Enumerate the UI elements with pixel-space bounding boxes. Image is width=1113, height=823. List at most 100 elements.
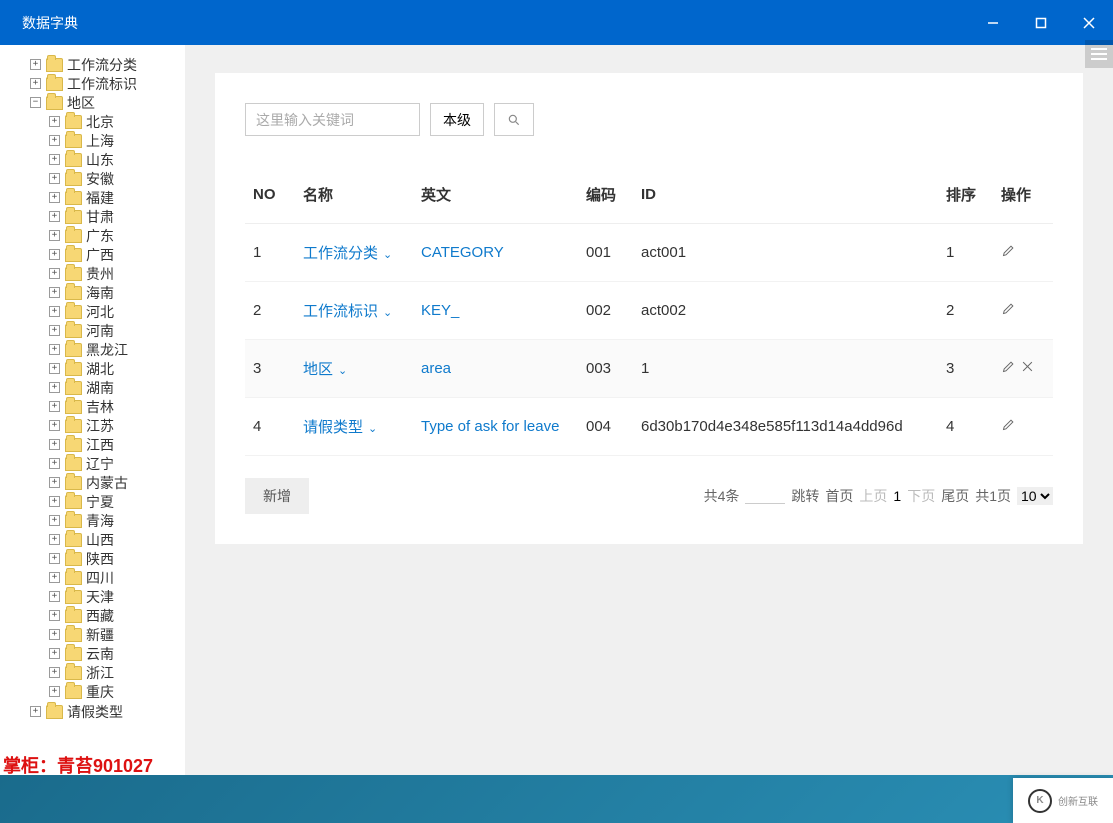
tree-node[interactable]: +重庆 (0, 682, 185, 701)
tree-node[interactable]: +陕西 (0, 549, 185, 568)
tree-toggle-icon[interactable]: + (49, 306, 60, 317)
add-button[interactable]: 新增 (245, 478, 309, 514)
tree-node[interactable]: +江西 (0, 435, 185, 454)
chevron-down-icon[interactable]: ⌄ (383, 307, 392, 319)
tree-toggle-icon[interactable]: + (49, 154, 60, 165)
tree-node[interactable]: +西藏 (0, 606, 185, 625)
tree-toggle-icon[interactable]: + (49, 572, 60, 583)
tree-toggle-icon[interactable]: + (49, 192, 60, 203)
tree-toggle-icon[interactable]: + (30, 706, 41, 717)
drawer-toggle[interactable] (1085, 40, 1113, 68)
pg-first[interactable]: 首页 (825, 486, 853, 506)
chevron-down-icon[interactable]: ⌄ (383, 249, 392, 261)
tree-node[interactable]: +上海 (0, 131, 185, 150)
tree-toggle-icon[interactable]: + (49, 648, 60, 659)
chevron-down-icon[interactable]: ⌄ (368, 423, 377, 435)
cell-english[interactable]: KEY_ (413, 282, 578, 340)
tree-toggle-icon[interactable]: + (49, 591, 60, 602)
tree-node[interactable]: +云南 (0, 644, 185, 663)
tree-node[interactable]: +宁夏 (0, 492, 185, 511)
tree-node[interactable]: +河北 (0, 302, 185, 321)
cell-english[interactable]: CATEGORY (413, 224, 578, 282)
tree-node[interactable]: +请假类型 (0, 702, 185, 721)
tree-toggle-icon[interactable]: + (49, 230, 60, 241)
tree-node[interactable]: +江苏 (0, 416, 185, 435)
cell-name[interactable]: 工作流分类⌄ (295, 224, 413, 282)
tree-toggle-icon[interactable]: + (49, 458, 60, 469)
edit-icon[interactable] (1001, 301, 1016, 316)
tree-node[interactable]: +湖北 (0, 359, 185, 378)
tree-node[interactable]: +天津 (0, 587, 185, 606)
tree-toggle-icon[interactable]: + (49, 439, 60, 450)
tree-toggle-icon[interactable]: + (49, 268, 60, 279)
pg-next[interactable]: 下页 (907, 486, 935, 506)
tree-node[interactable]: +贵州 (0, 264, 185, 283)
tree-toggle-icon[interactable]: + (30, 78, 41, 89)
tree-node[interactable]: +吉林 (0, 397, 185, 416)
chevron-down-icon[interactable]: ⌄ (338, 365, 347, 377)
tree-toggle-icon[interactable]: + (49, 629, 60, 640)
tree-node[interactable]: +山东 (0, 150, 185, 169)
tree-node[interactable]: +福建 (0, 188, 185, 207)
pg-jump-input[interactable] (745, 488, 785, 504)
tree-toggle-icon[interactable]: + (49, 610, 60, 621)
tree-toggle-icon[interactable]: + (49, 382, 60, 393)
tree-node[interactable]: −地区 (0, 93, 185, 112)
edit-icon[interactable] (1001, 417, 1016, 432)
tree-toggle-icon[interactable]: + (49, 401, 60, 412)
tree-toggle-icon[interactable]: + (49, 325, 60, 336)
tree-toggle-icon[interactable]: + (49, 249, 60, 260)
tree-node[interactable]: +北京 (0, 112, 185, 131)
minimize-button[interactable] (969, 0, 1017, 45)
cell-name[interactable]: 请假类型⌄ (295, 398, 413, 456)
tree-node[interactable]: +工作流标识 (0, 74, 185, 93)
tree-toggle-icon[interactable]: + (49, 553, 60, 564)
tree-toggle-icon[interactable]: + (49, 287, 60, 298)
tree-toggle-icon[interactable]: + (49, 211, 60, 222)
tree-node[interactable]: +广东 (0, 226, 185, 245)
tree-node[interactable]: +黑龙江 (0, 340, 185, 359)
cell-name[interactable]: 工作流标识⌄ (295, 282, 413, 340)
cell-english[interactable]: area (413, 340, 578, 398)
tree-node[interactable]: +四川 (0, 568, 185, 587)
tree-node[interactable]: +新疆 (0, 625, 185, 644)
tree-toggle-icon[interactable]: + (49, 116, 60, 127)
cell-name[interactable]: 地区⌄ (295, 340, 413, 398)
tree-toggle-icon[interactable]: + (49, 496, 60, 507)
delete-icon[interactable] (1020, 359, 1035, 374)
tree-node[interactable]: +工作流分类 (0, 55, 185, 74)
tree-node[interactable]: +广西 (0, 245, 185, 264)
edit-icon[interactable] (1001, 243, 1016, 258)
tree-toggle-icon[interactable]: − (30, 97, 41, 108)
tree-node[interactable]: +浙江 (0, 663, 185, 682)
tree-node[interactable]: +山西 (0, 530, 185, 549)
tree-toggle-icon[interactable]: + (49, 344, 60, 355)
tree-node[interactable]: +内蒙古 (0, 473, 185, 492)
tree-toggle-icon[interactable]: + (49, 420, 60, 431)
tree-node[interactable]: +青海 (0, 511, 185, 530)
tree-node[interactable]: +湖南 (0, 378, 185, 397)
tree-node[interactable]: +甘肃 (0, 207, 185, 226)
tree-toggle-icon[interactable]: + (49, 477, 60, 488)
tree-toggle-icon[interactable]: + (49, 534, 60, 545)
pg-prev[interactable]: 上页 (859, 486, 887, 506)
tree-toggle-icon[interactable]: + (49, 686, 60, 697)
tree-toggle-icon[interactable]: + (49, 135, 60, 146)
search-button[interactable] (494, 103, 534, 136)
tree-node[interactable]: +河南 (0, 321, 185, 340)
tree-toggle-icon[interactable]: + (49, 363, 60, 374)
search-input[interactable] (245, 103, 420, 136)
tree-node[interactable]: +辽宁 (0, 454, 185, 473)
close-button[interactable] (1065, 0, 1113, 45)
tree-node[interactable]: +海南 (0, 283, 185, 302)
pg-last[interactable]: 尾页 (941, 486, 969, 506)
tree-toggle-icon[interactable]: + (49, 173, 60, 184)
tree-toggle-icon[interactable]: + (49, 515, 60, 526)
maximize-button[interactable] (1017, 0, 1065, 45)
tree-toggle-icon[interactable]: + (49, 667, 60, 678)
pg-size-select[interactable]: 10 (1017, 487, 1053, 505)
level-filter-button[interactable]: 本级 (430, 103, 484, 136)
tree-node[interactable]: +安徽 (0, 169, 185, 188)
cell-english[interactable]: Type of ask for leave (413, 398, 578, 456)
pg-jump[interactable]: 跳转 (791, 486, 819, 506)
